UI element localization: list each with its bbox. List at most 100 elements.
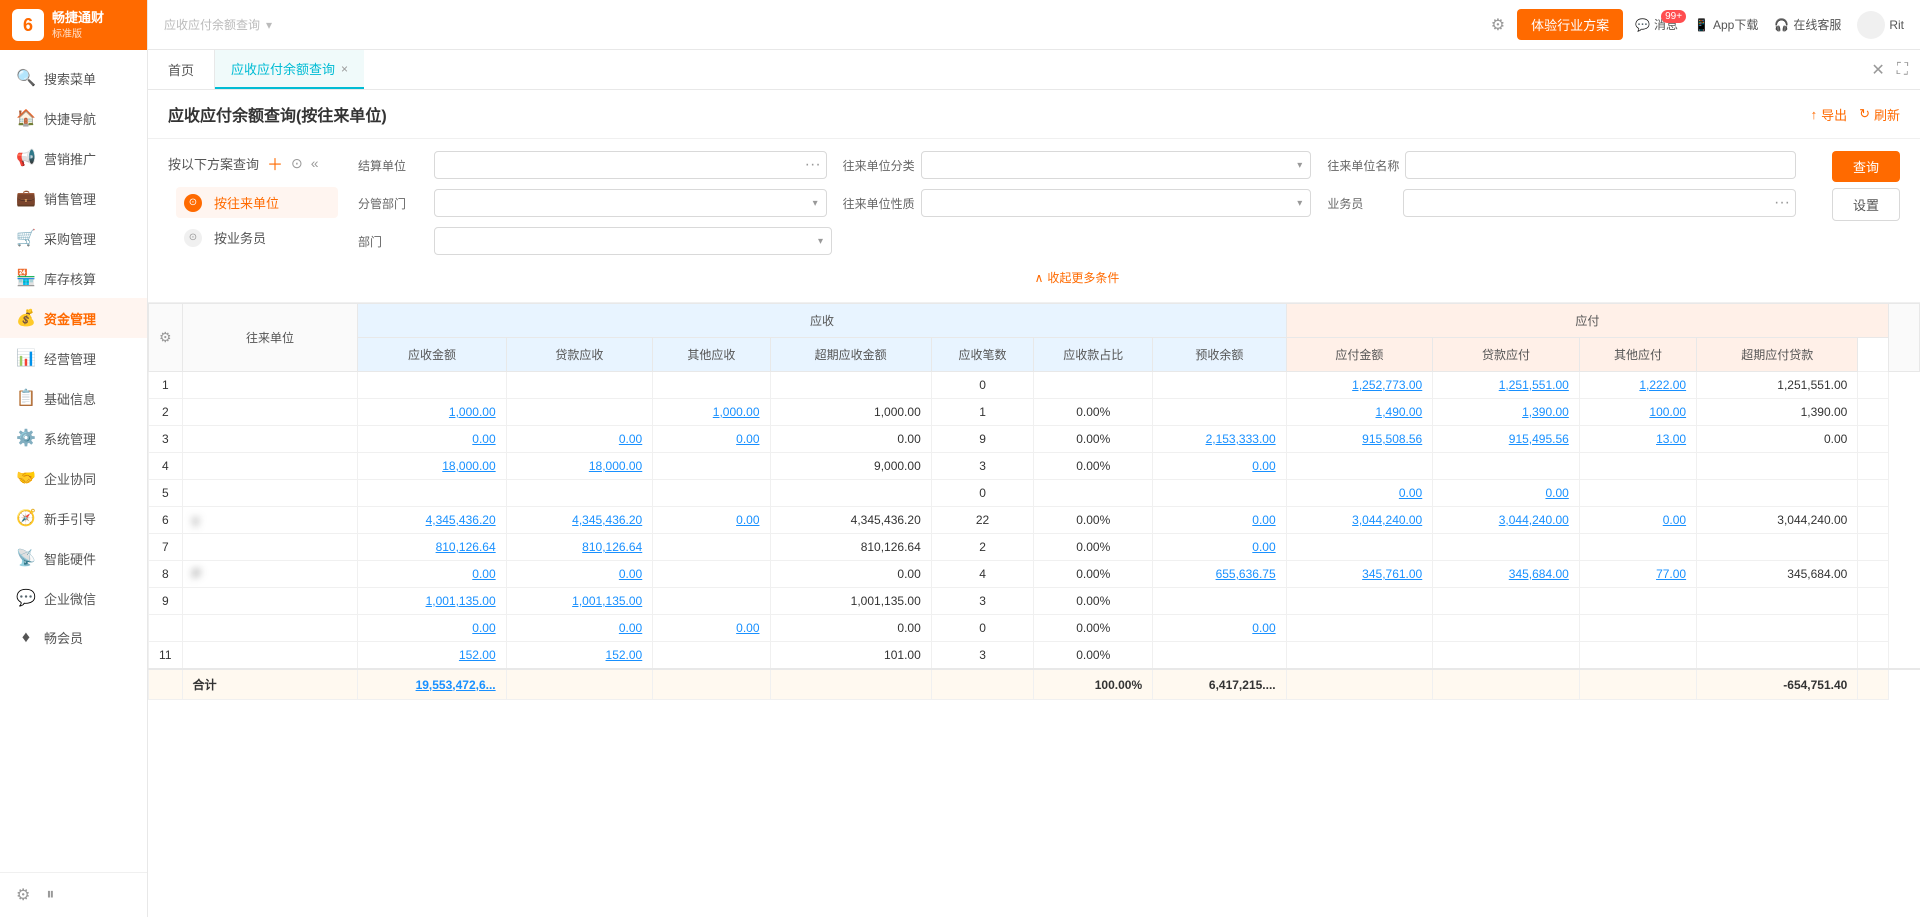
- loan-pay-8[interactable]: [1433, 588, 1580, 615]
- dept-head-select[interactable]: ▾: [434, 189, 827, 217]
- sidebar-item-wechat[interactable]: 💬 企业微信: [0, 578, 147, 618]
- pay-amount-9[interactable]: [1286, 615, 1433, 642]
- loan-pay-10[interactable]: [1433, 642, 1580, 670]
- footer-recv-amount[interactable]: 19,553,472,6...: [358, 669, 506, 700]
- salesperson-input[interactable]: [1403, 189, 1796, 217]
- tab-active[interactable]: 应收应付余额查询 ×: [215, 50, 364, 89]
- sidebar-settings-icon[interactable]: ⚙: [16, 885, 30, 905]
- pay-amount-0[interactable]: 1,252,773.00: [1286, 372, 1433, 399]
- pay-amount-6[interactable]: [1286, 534, 1433, 561]
- prepaid-9[interactable]: 0.00: [1153, 615, 1287, 642]
- loan-recv-6[interactable]: 810,126.64: [506, 534, 653, 561]
- other-pay-10[interactable]: [1579, 642, 1696, 670]
- settlement-unit-input[interactable]: [434, 151, 827, 179]
- loan-pay-4[interactable]: 0.00: [1433, 480, 1580, 507]
- filter-by-partner[interactable]: ⊙ 按往来单位: [176, 187, 338, 218]
- other-recv-3[interactable]: [653, 453, 770, 480]
- other-recv-2[interactable]: 0.00: [653, 426, 770, 453]
- loan-recv-2[interactable]: 0.00: [506, 426, 653, 453]
- prepaid-10[interactable]: [1153, 642, 1287, 670]
- sidebar-item-corp[interactable]: 🤝 企业协同: [0, 458, 147, 498]
- prepaid-0[interactable]: [1153, 372, 1287, 399]
- recv-amount-2[interactable]: 0.00: [358, 426, 506, 453]
- sidebar-item-search[interactable]: 🔍 搜索菜单: [0, 58, 147, 98]
- pay-amount-7[interactable]: 345,761.00: [1286, 561, 1433, 588]
- tab-close-icon[interactable]: ×: [341, 62, 348, 76]
- export-button[interactable]: ↑ 导出: [1811, 105, 1848, 124]
- promo-button[interactable]: 体验行业方案: [1517, 9, 1623, 40]
- app-download-action[interactable]: 📱 App下载: [1694, 16, 1758, 33]
- loan-pay-1[interactable]: 1,390.00: [1433, 399, 1580, 426]
- th-settings[interactable]: ⚙: [149, 304, 183, 372]
- loan-pay-7[interactable]: 345,684.00: [1433, 561, 1580, 588]
- other-pay-2[interactable]: 13.00: [1579, 426, 1696, 453]
- loan-pay-2[interactable]: 915,495.56: [1433, 426, 1580, 453]
- other-pay-1[interactable]: 100.00: [1579, 399, 1696, 426]
- sidebar-item-marketing[interactable]: 📢 营销推广: [0, 138, 147, 178]
- sidebar-item-sales[interactable]: 💼 销售管理: [0, 178, 147, 218]
- loan-pay-5[interactable]: 3,044,240.00: [1433, 507, 1580, 534]
- sidebar-collapse-icon[interactable]: ⏸: [46, 886, 54, 904]
- pay-amount-5[interactable]: 3,044,240.00: [1286, 507, 1433, 534]
- loan-recv-7[interactable]: 0.00: [506, 561, 653, 588]
- pay-amount-8[interactable]: [1286, 588, 1433, 615]
- other-pay-7[interactable]: 77.00: [1579, 561, 1696, 588]
- sidebar-item-guide[interactable]: 🧭 新手引导: [0, 498, 147, 538]
- other-recv-8[interactable]: [653, 588, 770, 615]
- loan-recv-3[interactable]: 18,000.00: [506, 453, 653, 480]
- pay-amount-10[interactable]: [1286, 642, 1433, 670]
- close-window-icon[interactable]: ✕: [1871, 60, 1884, 80]
- recv-amount-8[interactable]: 1,001,135.00: [358, 588, 506, 615]
- filter-settings-icon[interactable]: ⊙: [291, 155, 303, 172]
- loan-pay-0[interactable]: 1,251,551.00: [1433, 372, 1580, 399]
- online-service-action[interactable]: 🎧 在线客服: [1774, 16, 1841, 33]
- filter-collapse-left-icon[interactable]: «: [311, 155, 319, 171]
- settlement-dots-icon[interactable]: ···: [805, 156, 821, 174]
- loan-recv-1[interactable]: [506, 399, 653, 426]
- recv-amount-6[interactable]: 810,126.64: [358, 534, 506, 561]
- sidebar-item-operations[interactable]: 📊 经营管理: [0, 338, 147, 378]
- pay-amount-4[interactable]: 0.00: [1286, 480, 1433, 507]
- prepaid-3[interactable]: 0.00: [1153, 453, 1287, 480]
- user-avatar-area[interactable]: Rit: [1857, 11, 1904, 39]
- sidebar-item-quicknav[interactable]: 🏠 快捷导航: [0, 98, 147, 138]
- recv-amount-5[interactable]: 4,345,436.20: [358, 507, 506, 534]
- pay-amount-2[interactable]: 915,508.56: [1286, 426, 1433, 453]
- other-pay-3[interactable]: [1579, 453, 1696, 480]
- loan-recv-9[interactable]: 0.00: [506, 615, 653, 642]
- sidebar-item-basic[interactable]: 📋 基础信息: [0, 378, 147, 418]
- prepaid-2[interactable]: 2,153,333.00: [1153, 426, 1287, 453]
- maximize-window-icon[interactable]: ⛶: [1897, 61, 1908, 79]
- sidebar-item-vip[interactable]: ♦ 畅会员: [0, 618, 147, 657]
- loan-pay-3[interactable]: [1433, 453, 1580, 480]
- other-pay-8[interactable]: [1579, 588, 1696, 615]
- prepaid-5[interactable]: 0.00: [1153, 507, 1287, 534]
- salesperson-dots-icon[interactable]: ···: [1774, 194, 1790, 212]
- prepaid-8[interactable]: [1153, 588, 1287, 615]
- prepaid-6[interactable]: 0.00: [1153, 534, 1287, 561]
- other-pay-9[interactable]: [1579, 615, 1696, 642]
- message-action[interactable]: 💬 消息 99+: [1635, 16, 1678, 33]
- sidebar-item-inventory[interactable]: 🏪 库存核算: [0, 258, 147, 298]
- loan-recv-0[interactable]: [506, 372, 653, 399]
- prepaid-4[interactable]: [1153, 480, 1287, 507]
- prepaid-7[interactable]: 655,636.75: [1153, 561, 1287, 588]
- loan-recv-5[interactable]: 4,345,436.20: [506, 507, 653, 534]
- recv-amount-10[interactable]: 152.00: [358, 642, 506, 670]
- loan-recv-4[interactable]: [506, 480, 653, 507]
- sidebar-item-system[interactable]: ⚙️ 系统管理: [0, 418, 147, 458]
- other-recv-9[interactable]: 0.00: [653, 615, 770, 642]
- other-recv-0[interactable]: [653, 372, 770, 399]
- pay-amount-1[interactable]: 1,490.00: [1286, 399, 1433, 426]
- partner-name-input[interactable]: [1405, 151, 1796, 179]
- recv-amount-7[interactable]: 0.00: [358, 561, 506, 588]
- recv-amount-3[interactable]: 18,000.00: [358, 453, 506, 480]
- filter-collapse-btn[interactable]: ∧ 收起更多条件: [358, 265, 1796, 290]
- loan-recv-10[interactable]: 152.00: [506, 642, 653, 670]
- other-pay-0[interactable]: 1,222.00: [1579, 372, 1696, 399]
- tab-home[interactable]: 首页: [148, 50, 215, 89]
- other-pay-5[interactable]: 0.00: [1579, 507, 1696, 534]
- topbar-gear-icon[interactable]: ⚙: [1491, 15, 1505, 35]
- other-recv-6[interactable]: [653, 534, 770, 561]
- other-pay-4[interactable]: [1579, 480, 1696, 507]
